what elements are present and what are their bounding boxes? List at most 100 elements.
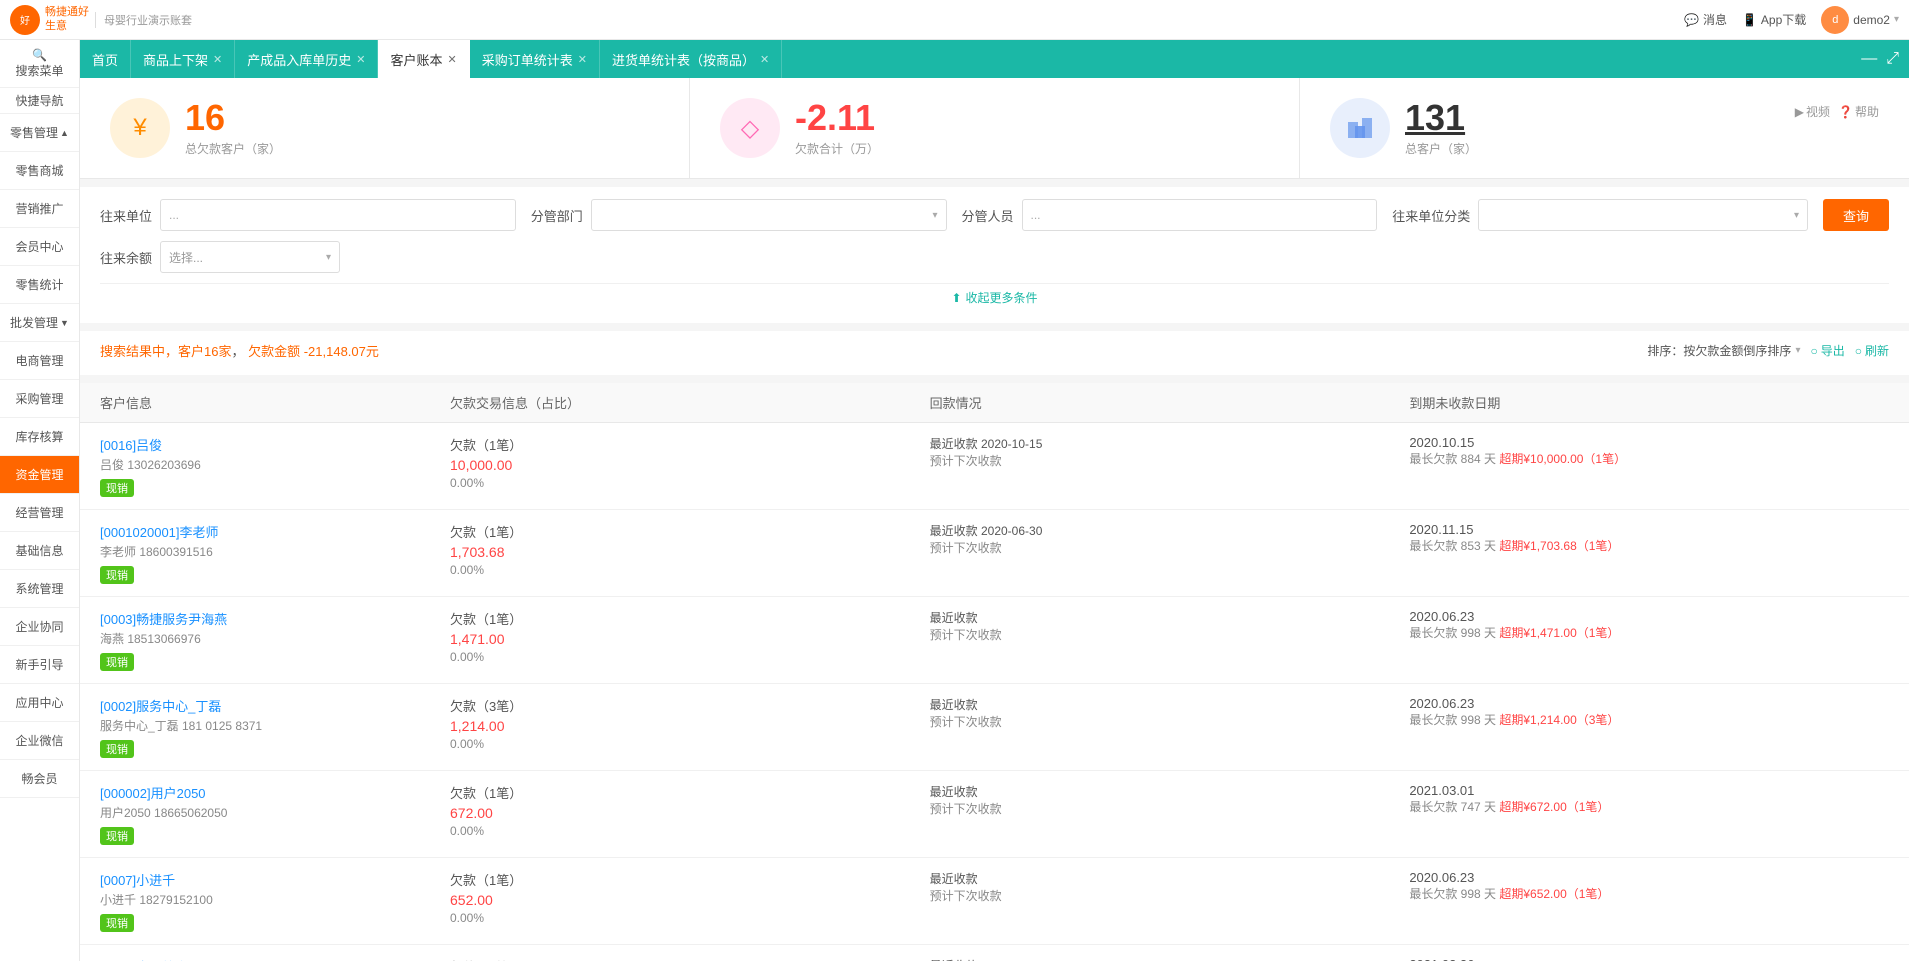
tab-purchase-order-close[interactable]: ✕ bbox=[578, 53, 587, 66]
collapse-label: 收起更多条件 bbox=[966, 289, 1038, 306]
sidebar-item-retail-stats[interactable]: 零售统计 bbox=[0, 266, 79, 304]
recovery-cell: 最近收款 预计下次收款 bbox=[930, 696, 1410, 730]
app-icon: 📱 bbox=[1742, 13, 1757, 27]
refresh-icon: ○ bbox=[1855, 344, 1862, 358]
tab-purchase-order[interactable]: 采购订单统计表 ✕ bbox=[470, 40, 600, 78]
overdue-link[interactable]: 超期¥1,214.00（3笔） bbox=[1499, 713, 1619, 727]
customer-name[interactable]: [0016]吕俊 bbox=[100, 435, 450, 454]
next-payment: 预计下次收款 bbox=[930, 800, 1410, 817]
tab-product-history[interactable]: 产成品入库单历史 ✕ bbox=[235, 40, 378, 78]
chevron-down-icon: ▾ bbox=[1894, 14, 1899, 25]
sort-select[interactable]: 排序：按欠款金额倒序排序 ▾ bbox=[1647, 342, 1800, 359]
customer-name[interactable]: [0007]小进千 bbox=[100, 870, 450, 889]
filter-person-input[interactable]: ... bbox=[1022, 199, 1378, 231]
customer-name[interactable]: [0001020001]李老师 bbox=[100, 522, 450, 541]
filter-source-unit-input[interactable]: ... bbox=[160, 199, 516, 231]
customer-name[interactable]: [0003]畅捷服务尹海燕 bbox=[100, 609, 450, 628]
sidebar-item-app-center[interactable]: 应用中心 bbox=[0, 684, 79, 722]
table-wrap: 客户信息 欠款交易信息（占比） 回款情况 到期未收款日期 [0016]吕俊 吕俊… bbox=[80, 383, 1909, 961]
top-bar: 好 畅捷通好生意 母婴行业演示账套 💬 消息 📱 App下载 d demo2 ▾ bbox=[0, 0, 1909, 40]
table-row: [0001020001]李老师 李老师 18600391516 现销 欠款（1笔… bbox=[80, 510, 1909, 597]
tab-inbound-stats-label: 进货单统计表（按商品） bbox=[612, 50, 755, 69]
sidebar-item-purchase[interactable]: 采购管理 bbox=[0, 380, 79, 418]
sidebar-item-marketing[interactable]: 营销推广 bbox=[0, 190, 79, 228]
sidebar-item-system[interactable]: 系统管理 bbox=[0, 570, 79, 608]
refresh-label: 刷新 bbox=[1865, 342, 1889, 359]
col-header-2: 欠款交易信息（占比） bbox=[450, 393, 930, 412]
due-date: 2020.10.15 bbox=[1409, 435, 1889, 450]
tab-inbound-stats-close[interactable]: ✕ bbox=[760, 53, 769, 66]
sidebar-nav-label: 快捷导航 bbox=[0, 92, 79, 109]
sidebar-item-batch-mgmt[interactable]: 批发管理 ▼ bbox=[0, 304, 79, 342]
tab-inbound-stats[interactable]: 进货单统计表（按商品） ✕ bbox=[600, 40, 782, 78]
tab-customer-account[interactable]: 客户账本 ✕ bbox=[378, 40, 469, 78]
customer-info-cell: [0003]畅捷服务尹海燕 海燕 18513066976 现销 bbox=[100, 609, 450, 671]
logo-icon: 好 bbox=[10, 5, 40, 35]
filter-source-unit-label: 往来单位 bbox=[100, 206, 152, 225]
collapse-btn[interactable]: ⬆ 收起更多条件 bbox=[100, 283, 1889, 311]
help-btn[interactable]: ❓ 帮助 bbox=[1838, 103, 1879, 120]
sidebar-search[interactable]: 🔍 搜索菜单 bbox=[0, 40, 79, 88]
tab-product-listing[interactable]: 商品上下架 ✕ bbox=[131, 40, 235, 78]
status-badge: 现销 bbox=[100, 914, 134, 932]
customer-name[interactable]: [0002]服务中心_丁磊 bbox=[100, 696, 450, 715]
logo-area: 好 畅捷通好生意 bbox=[10, 5, 90, 35]
overdue-link[interactable]: 超期¥652.00（1笔） bbox=[1499, 887, 1609, 901]
tab-customer-account-close[interactable]: ✕ bbox=[448, 53, 457, 66]
search-button[interactable]: 查询 bbox=[1823, 199, 1889, 231]
sidebar-item-basic-info[interactable]: 基础信息 bbox=[0, 532, 79, 570]
sidebar-item-member[interactable]: 会员中心 bbox=[0, 228, 79, 266]
filter-unit-category-select[interactable]: ▾ bbox=[1478, 199, 1808, 231]
customer-contact: 海燕 18513066976 bbox=[100, 630, 450, 647]
filter-dept-select[interactable]: ▾ bbox=[591, 199, 947, 231]
stat-value-1: 16 bbox=[185, 100, 281, 136]
overdue-link[interactable]: 超期¥10,000.00（1笔） bbox=[1499, 452, 1626, 466]
collapse-icon: ⬆ bbox=[951, 291, 961, 305]
col-header-4: 到期未收款日期 bbox=[1409, 393, 1889, 412]
sidebar-item-ecommerce[interactable]: 电商管理 bbox=[0, 342, 79, 380]
message-btn[interactable]: 💬 消息 bbox=[1684, 11, 1727, 28]
refresh-btn[interactable]: ○ 刷新 bbox=[1855, 342, 1889, 359]
app-download-btn[interactable]: 📱 App下载 bbox=[1742, 11, 1806, 28]
table-row: [0006]去下粮仓 陈小希 现销 欠款（1笔） 455.90 0.00% 最近… bbox=[80, 945, 1909, 961]
tab-product-listing-label: 商品上下架 bbox=[143, 50, 208, 69]
app-download-label: App下载 bbox=[1761, 11, 1806, 28]
overdue-link[interactable]: 超期¥672.00（1笔） bbox=[1499, 800, 1609, 814]
sidebar-item-member-vip[interactable]: 畅会员 bbox=[0, 760, 79, 798]
results-actions: 排序：按欠款金额倒序排序 ▾ ○ 导出 ○ 刷新 bbox=[1647, 342, 1889, 359]
tab-home[interactable]: 首页 bbox=[80, 40, 131, 78]
next-payment: 预计下次收款 bbox=[930, 887, 1410, 904]
sidebar-item-inventory[interactable]: 库存核算 bbox=[0, 418, 79, 456]
sidebar-item-retail-mall[interactable]: 零售商城 bbox=[0, 152, 79, 190]
sidebar-item-retail-mgmt[interactable]: 零售管理 ▲ bbox=[0, 114, 79, 152]
filter-unit-category: 往来单位分类 ▾ bbox=[1392, 199, 1808, 231]
tab-bar-maximize[interactable]: ⤢ bbox=[1884, 48, 1901, 70]
sidebar-nav[interactable]: 快捷导航 bbox=[0, 88, 79, 114]
sidebar-item-finance[interactable]: 资金管理 bbox=[0, 456, 79, 494]
export-btn[interactable]: ○ 导出 bbox=[1810, 342, 1844, 359]
overdue-days: 最长欠款 747 天 超期¥672.00（1笔） bbox=[1409, 798, 1889, 815]
last-payment: 最近收款 2020-06-30 bbox=[930, 522, 1410, 539]
stat-card-3: 131 总客户（家） ▶ 视频 ❓ 帮助 bbox=[1300, 78, 1909, 178]
tab-bar-minimize[interactable]: — bbox=[1859, 48, 1879, 70]
debt-info-cell: 欠款（1笔） 652.00 0.00% bbox=[450, 870, 930, 925]
user-menu[interactable]: d demo2 ▾ bbox=[1821, 6, 1899, 34]
view-video-btn[interactable]: ▶ 视频 bbox=[1795, 103, 1830, 120]
debt-pct: 0.00% bbox=[450, 563, 930, 577]
tab-product-history-label: 产成品入库单历史 bbox=[247, 50, 351, 69]
page-content: ¥ 16 总欠款客户（家） ◇ -2.11 欠款合计（万） bbox=[80, 78, 1909, 961]
sidebar-item-enterprise-collab[interactable]: 企业协同 bbox=[0, 608, 79, 646]
customer-name[interactable]: [000002]用户2050 bbox=[100, 783, 450, 802]
sidebar-item-operations[interactable]: 经营管理 bbox=[0, 494, 79, 532]
debt-amount: 1,703.68 bbox=[450, 544, 930, 560]
filter-balance-select[interactable]: 选择... ▾ bbox=[160, 241, 340, 273]
tab-product-listing-close[interactable]: ✕ bbox=[213, 53, 222, 66]
play-icon: ▶ bbox=[1795, 105, 1804, 119]
sidebar-item-enterprise-wechat[interactable]: 企业微信 bbox=[0, 722, 79, 760]
customer-name[interactable]: [0006]去下粮仓 bbox=[100, 957, 450, 961]
sidebar-item-newbie[interactable]: 新手引导 bbox=[0, 646, 79, 684]
debt-pct: 0.00% bbox=[450, 737, 930, 751]
overdue-link[interactable]: 超期¥1,471.00（1笔） bbox=[1499, 626, 1619, 640]
tab-product-history-close[interactable]: ✕ bbox=[356, 53, 365, 66]
overdue-link[interactable]: 超期¥1,703.68（1笔） bbox=[1499, 539, 1619, 553]
